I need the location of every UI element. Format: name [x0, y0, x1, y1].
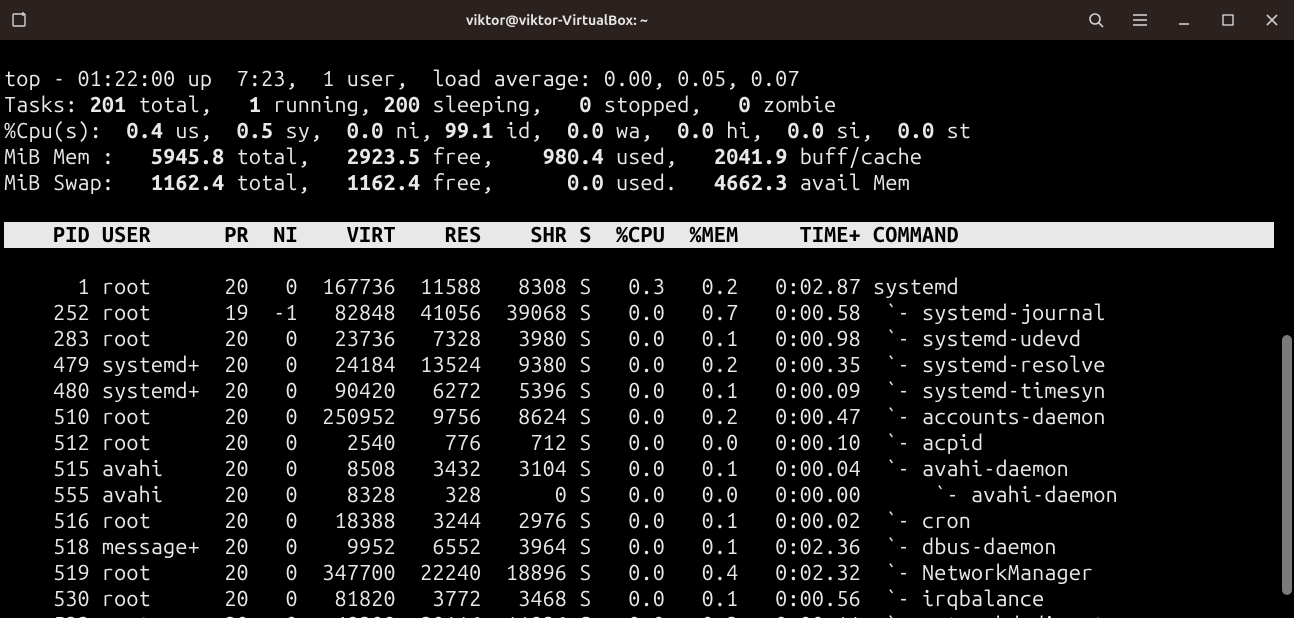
- new-tab-button[interactable]: [0, 0, 40, 40]
- window-titlebar: viktor@viktor-VirtualBox: ~: [0, 0, 1294, 40]
- process-table-body: 1 root 20 0 167736 11588 8308 S 0.3 0.2 …: [4, 275, 1118, 618]
- swap-line: MiB Swap: 1162.4 total, 1162.4 free, 0.0…: [4, 171, 910, 195]
- search-button[interactable]: [1074, 0, 1118, 40]
- maximize-button[interactable]: [1206, 0, 1250, 40]
- scrollbar-thumb[interactable]: [1282, 335, 1292, 595]
- top-summary-line: top - 01:22:00 up 7:23, 1 user, load ave…: [4, 67, 800, 91]
- blank-line: [4, 197, 16, 221]
- terminal-viewport[interactable]: top - 01:22:00 up 7:23, 1 user, load ave…: [0, 40, 1294, 618]
- close-button[interactable]: [1250, 0, 1294, 40]
- menu-button[interactable]: [1118, 0, 1162, 40]
- cpu-line: %Cpu(s): 0.4 us, 0.5 sy, 0.0 ni, 99.1 id…: [4, 119, 971, 143]
- window-title: viktor@viktor-VirtualBox: ~: [40, 12, 1074, 28]
- blank-line: [4, 41, 16, 65]
- terminal-content: top - 01:22:00 up 7:23, 1 user, load ave…: [0, 40, 1294, 618]
- minimize-button[interactable]: [1162, 0, 1206, 40]
- tasks-line: Tasks: 201 total, 1 running, 200 sleepin…: [4, 93, 836, 117]
- process-table-header: PID USER PR NI VIRT RES SHR S %CPU %MEM …: [4, 222, 1274, 248]
- mem-line: MiB Mem : 5945.8 total, 2923.5 free, 980…: [4, 145, 922, 169]
